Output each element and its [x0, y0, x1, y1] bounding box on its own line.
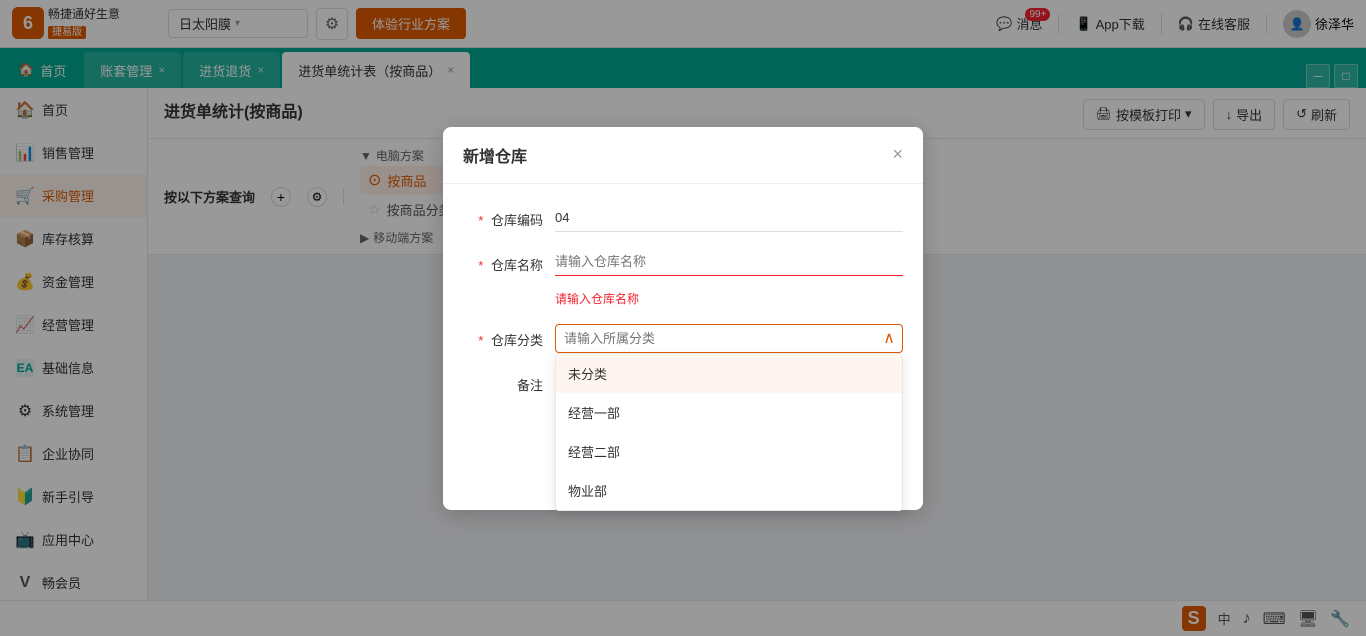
modal-header: 新增仓库 × — [443, 127, 923, 184]
error-tip: 请输入仓库名称 — [555, 292, 639, 306]
warehouse-category-label: * 仓库分类 — [463, 324, 543, 349]
warehouse-name-input[interactable] — [555, 248, 903, 276]
dropdown-arrow-icon: ∧ — [883, 328, 895, 348]
category-dropdown-list: 未分类 经营一部 经营二部 物业部 — [555, 353, 903, 511]
notes-label: 备注 — [463, 369, 543, 394]
category-dropdown-wrap: ∧ 未分类 经营一部 经营二部 物业部 — [555, 324, 903, 353]
dropdown-option-uncategorized[interactable]: 未分类 — [556, 354, 902, 393]
required-star3: * — [478, 333, 483, 348]
required-star2: * — [478, 258, 483, 273]
modal-title: 新增仓库 — [463, 143, 527, 167]
warehouse-name-label: * 仓库名称 — [463, 249, 543, 274]
modal-close-button[interactable]: × — [892, 144, 903, 165]
required-star: * — [478, 213, 483, 228]
dropdown-option-property[interactable]: 物业部 — [556, 471, 902, 510]
warehouse-category-input[interactable] — [555, 324, 903, 353]
warehouse-code-label: * 仓库编码 — [463, 204, 543, 229]
form-row-code: * 仓库编码 — [463, 204, 903, 232]
modal-overlay[interactable]: 新增仓库 × * 仓库编码 * 仓库名称 — [0, 0, 1366, 636]
dropdown-option-dept2[interactable]: 经营二部 — [556, 432, 902, 471]
modal-new-warehouse: 新增仓库 × * 仓库编码 * 仓库名称 — [443, 127, 923, 510]
warehouse-name-input-wrap — [555, 248, 903, 276]
form-row-category: * 仓库分类 ∧ 未分类 经营一部 经营二部 — [463, 324, 903, 353]
modal-body: * 仓库编码 * 仓库名称 请输入仓库名称 — [443, 184, 923, 455]
warehouse-code-input[interactable] — [555, 204, 903, 232]
dropdown-option-dept1[interactable]: 经营一部 — [556, 393, 902, 432]
error-message: 请输入仓库名称 — [463, 290, 639, 308]
form-row-name: * 仓库名称 请输入仓库名称 — [463, 248, 903, 308]
